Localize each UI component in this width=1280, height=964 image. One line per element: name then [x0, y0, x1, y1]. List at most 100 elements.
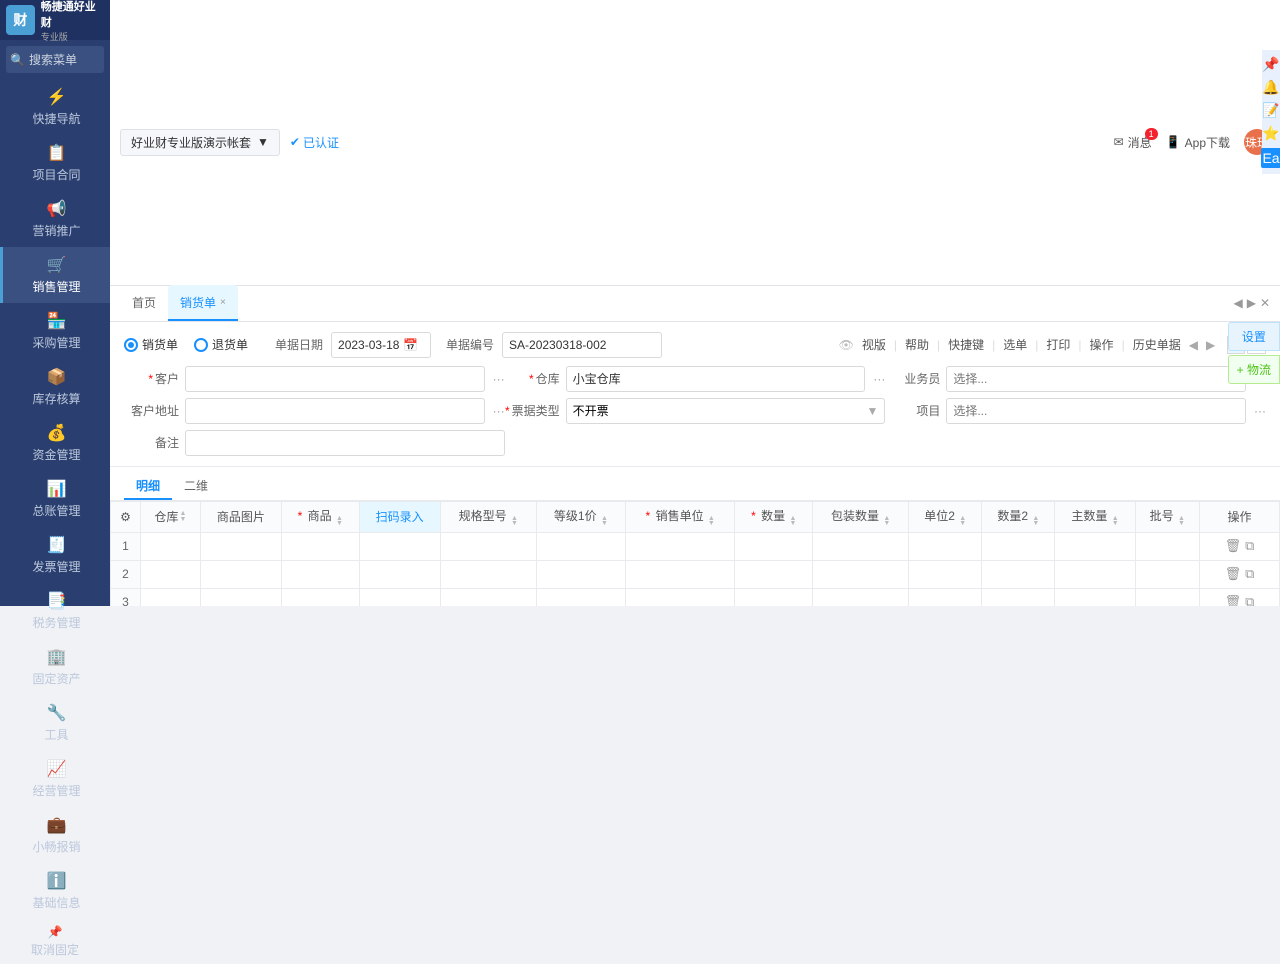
company-selector[interactable]: 好业财专业版演示帐套 ▼	[120, 129, 280, 156]
table-cell[interactable]	[536, 560, 625, 588]
table-cell[interactable]	[625, 560, 735, 588]
invoice-dropdown[interactable]: 不开票 ▼	[566, 398, 886, 424]
col-qty2[interactable]: 数量2 ▲▼	[982, 501, 1055, 532]
print-label[interactable]: 打印	[1046, 336, 1070, 353]
sidebar-item-marketing[interactable]: 📢 营销推广	[0, 191, 110, 247]
radio-return[interactable]: 退货单	[194, 336, 248, 353]
right-panel-btn5[interactable]: Ea	[1261, 148, 1280, 168]
delete-row-button[interactable]: 🗑	[1225, 566, 1242, 582]
table-cell[interactable]	[982, 532, 1055, 560]
col-pack-qty[interactable]: 包装数量 ▲▼	[813, 501, 909, 532]
tab-home[interactable]: 首页	[120, 285, 168, 321]
tab-2d[interactable]: 二维	[172, 473, 220, 500]
table-cell[interactable]	[909, 532, 982, 560]
sidebar-search[interactable]: 🔍 搜索菜单	[0, 40, 110, 79]
table-cell[interactable]	[359, 560, 440, 588]
table-cell[interactable]	[281, 588, 359, 606]
customer-picker[interactable]: ···	[493, 372, 505, 386]
sidebar-item-quick-nav[interactable]: ⚡ 快捷导航	[0, 79, 110, 135]
table-cell[interactable]	[440, 560, 536, 588]
right-panel-btn1[interactable]: 📌	[1262, 56, 1279, 73]
sidebar-item-project-contract[interactable]: 📋 项目合同	[0, 135, 110, 191]
table-cell[interactable]	[1055, 532, 1135, 560]
right-panel-btn4[interactable]: ⭐	[1262, 125, 1279, 142]
warehouse-picker[interactable]: ···	[873, 372, 885, 386]
tab-close-icon[interactable]: ×	[220, 297, 226, 308]
doc-no-input[interactable]: SA-20230318-002	[502, 332, 662, 358]
table-cell[interactable]	[536, 588, 625, 606]
col-unit2[interactable]: 单位2 ▲▼	[909, 501, 982, 532]
table-cell[interactable]	[1135, 588, 1199, 606]
table-cell[interactable]	[625, 532, 735, 560]
table-cell[interactable]	[200, 560, 281, 588]
col-batch[interactable]: 批号 ▲▼	[1135, 501, 1199, 532]
sidebar-item-purchase-mgmt[interactable]: 🏪 采购管理	[0, 303, 110, 359]
next-doc-icon[interactable]: ▶	[1206, 338, 1215, 352]
sidebar-item-inventory[interactable]: 📦 库存核算	[0, 359, 110, 415]
delete-row-button[interactable]: 🗑	[1225, 594, 1242, 606]
table-cell[interactable]	[735, 588, 813, 606]
sidebar-item-tools[interactable]: 🔧 工具	[0, 695, 110, 751]
col-qty[interactable]: 数量 ▲▼	[735, 501, 813, 532]
sidebar-item-reports[interactable]: 💼 小畅报销	[0, 807, 110, 863]
view-label[interactable]: 视版	[862, 336, 886, 353]
table-cell[interactable]	[1055, 560, 1135, 588]
col-sales-unit[interactable]: 销售单位 ▲▼	[625, 501, 735, 532]
copy-row-button[interactable]: ⧉	[1245, 594, 1254, 606]
project-input[interactable]	[946, 398, 1246, 424]
cancel-fixed-button[interactable]: 📌 取消固定	[0, 919, 110, 964]
settings-col[interactable]: ⚙	[111, 501, 141, 532]
customer-addr-input[interactable]	[185, 398, 485, 424]
table-cell[interactable]	[1055, 588, 1135, 606]
help-label[interactable]: 帮助	[905, 336, 929, 353]
settings-button[interactable]: 设置	[1228, 322, 1280, 351]
app-download-button[interactable]: 📱 App下载	[1166, 134, 1230, 151]
table-cell[interactable]	[813, 560, 909, 588]
table-cell[interactable]	[536, 532, 625, 560]
col-grade-price[interactable]: 等级1价 ▲▼	[536, 501, 625, 532]
table-cell[interactable]	[281, 532, 359, 560]
table-cell[interactable]	[909, 588, 982, 606]
sidebar-item-basic[interactable]: ℹ️ 基础信息	[0, 863, 110, 919]
right-panel-btn3[interactable]: 📝	[1262, 102, 1279, 119]
col-main-qty[interactable]: 主数量 ▲▼	[1055, 501, 1135, 532]
radio-sales[interactable]: 销货单	[124, 336, 178, 353]
table-cell[interactable]	[141, 560, 201, 588]
next-tab-icon[interactable]: ▶	[1247, 296, 1256, 310]
table-cell[interactable]	[1135, 560, 1199, 588]
operate-label[interactable]: 操作	[1090, 336, 1114, 353]
delete-row-button[interactable]: 🗑	[1225, 538, 1242, 554]
sidebar-item-tax[interactable]: 📑 税务管理	[0, 583, 110, 639]
settings-icon[interactable]: ⚙	[120, 510, 131, 524]
sidebar-item-operation[interactable]: 📈 经营管理	[0, 751, 110, 807]
prev-doc-icon[interactable]: ◀	[1189, 338, 1198, 352]
customer-addr-picker[interactable]: ···	[493, 404, 505, 418]
logistics-button[interactable]: + 物流	[1228, 355, 1280, 384]
sidebar-item-capital[interactable]: 💰 资金管理	[0, 415, 110, 471]
table-cell[interactable]	[813, 532, 909, 560]
search-menu-button[interactable]: 🔍 搜索菜单	[6, 46, 104, 73]
table-cell[interactable]	[440, 532, 536, 560]
copy-row-button[interactable]: ⧉	[1245, 538, 1254, 554]
close-tab-icon[interactable]: ✕	[1260, 296, 1270, 310]
col-barcode[interactable]: 扫码录入	[359, 501, 440, 532]
doc-date-input[interactable]: 2023-03-18 📅	[331, 332, 431, 358]
table-cell[interactable]	[735, 532, 813, 560]
message-button[interactable]: ✉ 消息 1	[1114, 134, 1152, 151]
table-cell[interactable]	[909, 560, 982, 588]
tab-detail[interactable]: 明细	[124, 473, 172, 500]
col-spec[interactable]: 规格型号 ▲▼	[440, 501, 536, 532]
staff-input[interactable]	[946, 366, 1246, 392]
table-cell[interactable]	[982, 588, 1055, 606]
table-cell[interactable]	[200, 532, 281, 560]
table-cell[interactable]	[813, 588, 909, 606]
col-product-img[interactable]: 商品图片	[200, 501, 281, 532]
table-cell[interactable]	[141, 532, 201, 560]
project-picker[interactable]: ···	[1254, 404, 1266, 418]
customer-input[interactable]	[185, 366, 485, 392]
history-label[interactable]: 历史单据	[1133, 336, 1181, 353]
table-cell[interactable]	[281, 560, 359, 588]
table-cell[interactable]	[141, 588, 201, 606]
copy-row-button[interactable]: ⧉	[1245, 566, 1254, 582]
table-cell[interactable]	[735, 560, 813, 588]
